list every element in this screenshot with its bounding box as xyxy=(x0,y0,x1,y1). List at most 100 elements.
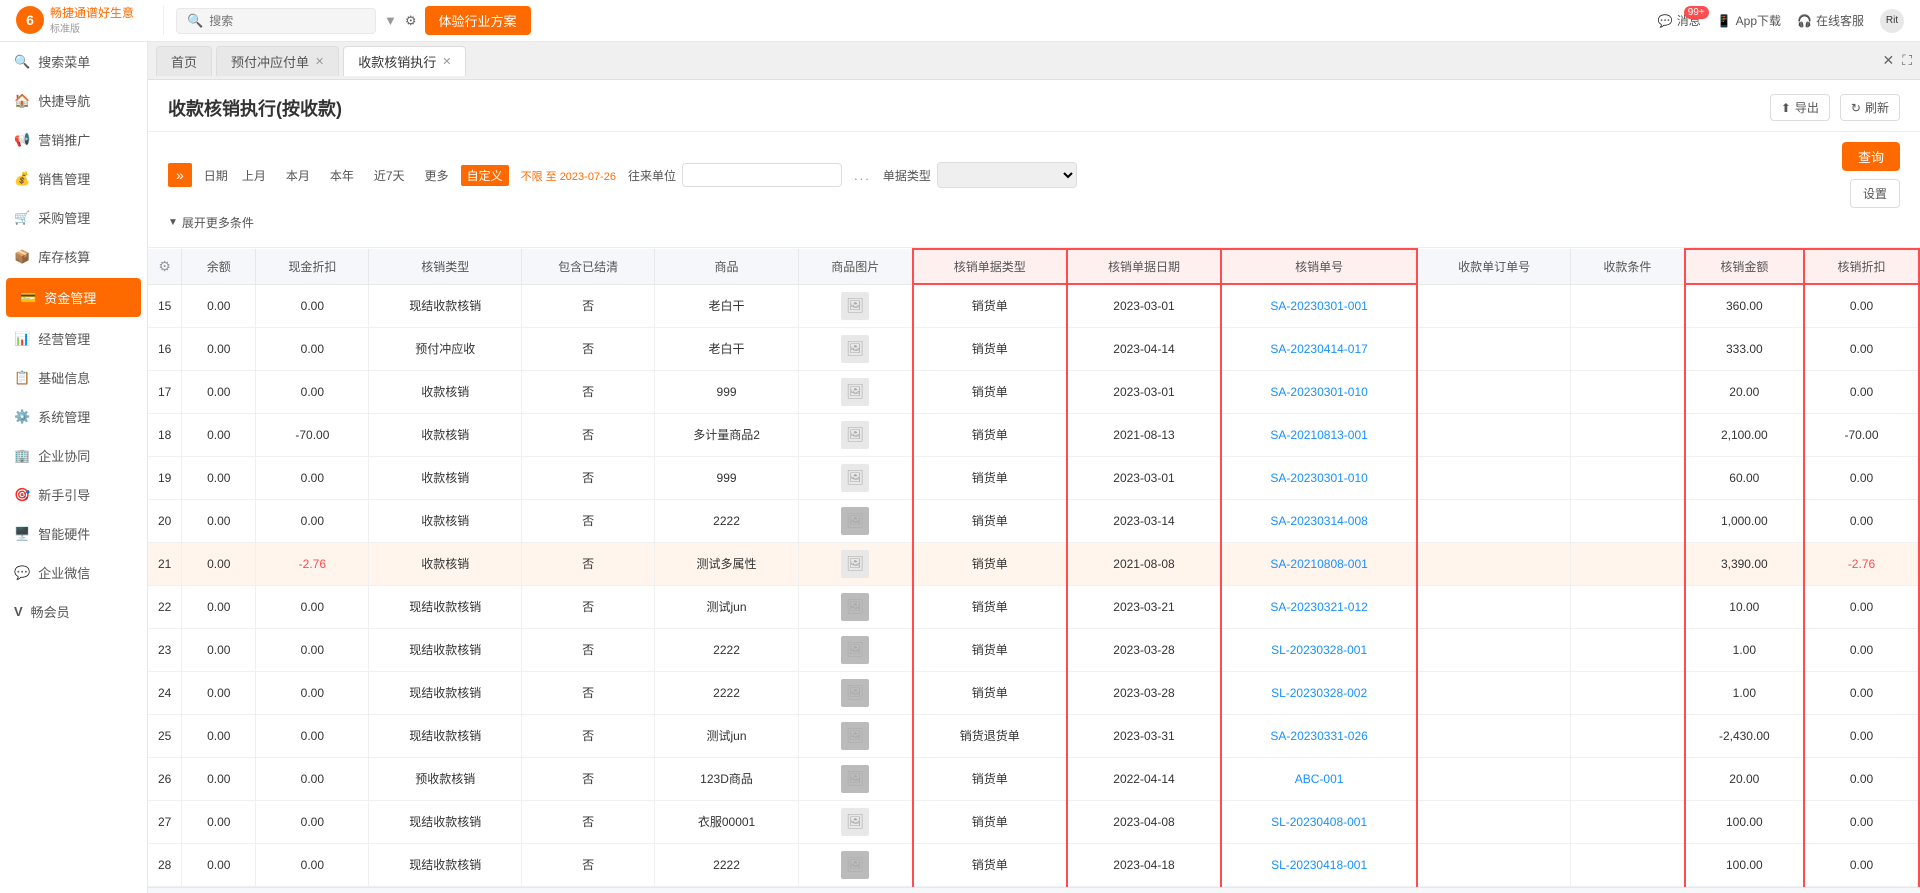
operations-icon: 📊 xyxy=(14,331,30,347)
doc-no-link[interactable]: SL-20230418-001 xyxy=(1271,858,1367,872)
doc-no-link[interactable]: SA-20230331-026 xyxy=(1270,729,1367,743)
doc-no-link[interactable]: SA-20230321-012 xyxy=(1270,600,1367,614)
table-row: 22 0.00 0.00 现结收款核销 否 测试jun 🖼 销货单 2023-0… xyxy=(148,585,1919,628)
doc-type-select[interactable] xyxy=(937,162,1077,188)
sidebar-item-marketing[interactable]: 📢 营销推广 xyxy=(0,120,147,159)
doc-no-link[interactable]: ABC-001 xyxy=(1295,772,1344,786)
cell-product-img: 🖼 xyxy=(798,327,912,370)
search-box[interactable]: 🔍 xyxy=(176,8,376,34)
cell-product: 2222 xyxy=(655,671,799,714)
sidebar-item-basic[interactable]: 📋 基础信息 xyxy=(0,358,147,397)
column-settings-icon[interactable]: ⚙ xyxy=(158,258,171,274)
cell-amount: 2,100.00 xyxy=(1685,413,1804,456)
cell-product: 测试jun xyxy=(655,714,799,757)
cell-doc-type: 销货单 xyxy=(913,456,1067,499)
doc-no-link[interactable]: SL-20230408-001 xyxy=(1271,815,1367,829)
table-row: 16 0.00 0.00 预付冲应收 否 老白干 🖼 销货单 2023-04-1… xyxy=(148,327,1919,370)
doc-no-link[interactable]: SL-20230328-002 xyxy=(1271,686,1367,700)
avatar[interactable]: Rit xyxy=(1880,9,1904,33)
app-download-button[interactable]: 📱 App下载 xyxy=(1717,12,1781,29)
tab-receipt-close[interactable]: ✕ xyxy=(442,55,451,68)
cell-doc-type: 销货单 xyxy=(913,499,1067,542)
sidebar-item-nav[interactable]: 🏠 快捷导航 xyxy=(0,81,147,120)
cell-row-id: 28 xyxy=(148,843,182,886)
doc-no-link[interactable]: SL-20230328-001 xyxy=(1271,643,1367,657)
query-button[interactable]: 查询 xyxy=(1842,142,1900,171)
tab-fullscreen-button[interactable]: ⛶ xyxy=(1902,52,1912,69)
guide-icon: 🎯 xyxy=(14,487,30,503)
dropdown-arrow-icon[interactable]: ▼ xyxy=(384,13,397,28)
date-btn-7days[interactable]: 近7天 xyxy=(366,165,413,186)
cell-doc-no: SA-20230301-010 xyxy=(1221,370,1417,413)
search-input[interactable] xyxy=(209,14,349,28)
filter-expand-btn[interactable]: ▼ 展开更多条件 xyxy=(168,208,1900,237)
tab-prepay[interactable]: 预付冲应付单 ✕ xyxy=(216,46,339,76)
cell-order-no xyxy=(1417,456,1570,499)
sidebar-item-label: 快捷导航 xyxy=(38,91,90,110)
cell-cash-discount: 0.00 xyxy=(256,757,369,800)
date-btn-more[interactable]: 更多 xyxy=(417,165,457,186)
cell-product-img: 🖼 xyxy=(798,671,912,714)
cell-balance: 0.00 xyxy=(182,284,256,327)
sidebar-item-system[interactable]: ⚙️ 系统管理 xyxy=(0,397,147,436)
doc-no-link[interactable]: SA-20230301-010 xyxy=(1270,471,1367,485)
cell-writeoff-type: 现结收款核销 xyxy=(369,628,522,671)
export-button[interactable]: ⬆ 导出 xyxy=(1770,94,1830,121)
gear-icon[interactable]: ⚙ xyxy=(405,13,417,29)
tab-close-button[interactable]: ✕ xyxy=(1882,52,1894,69)
date-btn-this-year[interactable]: 本年 xyxy=(322,165,362,186)
date-btn-this-month[interactable]: 本月 xyxy=(278,165,318,186)
cell-product-img: 🖼 xyxy=(798,800,912,843)
table-row: 28 0.00 0.00 现结收款核销 否 2222 🖼 销货单 2023-04… xyxy=(148,843,1919,886)
message-button[interactable]: 💬 消息 99+ xyxy=(1658,12,1701,29)
tab-home[interactable]: 首页 xyxy=(156,46,212,76)
tab-bar: 首页 预付冲应付单 ✕ 收款核销执行 ✕ ✕ ⛶ xyxy=(148,42,1920,80)
cell-writeoff-type: 现结收款核销 xyxy=(369,843,522,886)
sidebar-item-sales[interactable]: 💰 销售管理 xyxy=(0,159,147,198)
sidebar-item-purchase[interactable]: 🛒 采购管理 xyxy=(0,198,147,237)
doc-no-link[interactable]: SA-20230301-001 xyxy=(1270,299,1367,313)
cell-product: 2222 xyxy=(655,843,799,886)
cell-doc-no: SA-20210808-001 xyxy=(1221,542,1417,585)
doc-no-link[interactable]: SA-20210808-001 xyxy=(1270,557,1367,571)
cell-row-id: 19 xyxy=(148,456,182,499)
date-btn-custom[interactable]: 自定义 xyxy=(461,165,509,186)
tab-receipt[interactable]: 收款核销执行 ✕ xyxy=(343,46,466,76)
partner-input[interactable] xyxy=(682,163,842,187)
doc-no-link[interactable]: SA-20230414-017 xyxy=(1270,342,1367,356)
sidebar-item-member[interactable]: V 畅会员 xyxy=(0,592,147,631)
tab-prepay-close[interactable]: ✕ xyxy=(315,55,324,68)
cell-discount: 0.00 xyxy=(1804,499,1919,542)
cell-writeoff-type: 现结收款核销 xyxy=(369,284,522,327)
setting-button[interactable]: 设置 xyxy=(1850,179,1900,208)
partner-label: 往来单位 xyxy=(628,167,676,184)
search-menu-icon: 🔍 xyxy=(14,54,30,70)
sidebar-item-funds[interactable]: 💳 资金管理 xyxy=(6,278,141,317)
doc-no-link[interactable]: SA-20230301-010 xyxy=(1270,385,1367,399)
cell-doc-date: 2023-04-14 xyxy=(1067,327,1221,370)
sidebar-item-inventory[interactable]: 📦 库存核算 xyxy=(0,237,147,276)
cell-writeoff-type: 预收款核销 xyxy=(369,757,522,800)
cell-amount: 3,390.00 xyxy=(1685,542,1804,585)
doc-no-link[interactable]: SA-20210813-001 xyxy=(1270,428,1367,442)
sidebar-item-search[interactable]: 🔍 搜索菜单 xyxy=(0,42,147,81)
filter-collapse-btn[interactable]: » xyxy=(168,163,192,187)
sidebar-item-operations[interactable]: 📊 经营管理 xyxy=(0,319,147,358)
customer-service-button[interactable]: 🎧 在线客服 xyxy=(1797,12,1864,29)
sidebar-item-guide[interactable]: 🎯 新手引导 xyxy=(0,475,147,514)
th-writeoff-doc-date: 核销单据日期 xyxy=(1067,249,1221,284)
doc-no-link[interactable]: SA-20230314-008 xyxy=(1270,514,1367,528)
refresh-button[interactable]: ↻ 刷新 xyxy=(1840,94,1900,121)
inventory-icon: 📦 xyxy=(14,249,30,265)
sidebar-item-enterprise[interactable]: 🏢 企业协同 xyxy=(0,436,147,475)
sidebar-item-hardware[interactable]: 🖥️ 智能硬件 xyxy=(0,514,147,553)
cell-doc-no: SA-20210813-001 xyxy=(1221,413,1417,456)
cell-doc-no: SL-20230418-001 xyxy=(1221,843,1417,886)
wechat-icon: 💬 xyxy=(14,565,30,581)
industry-button[interactable]: 体验行业方案 xyxy=(425,6,531,35)
sidebar-item-wechat[interactable]: 💬 企业微信 xyxy=(0,553,147,592)
cell-order-no xyxy=(1417,757,1570,800)
date-btn-last-month[interactable]: 上月 xyxy=(234,165,274,186)
th-settings[interactable]: ⚙ xyxy=(148,249,182,284)
cell-doc-date: 2021-08-13 xyxy=(1067,413,1221,456)
